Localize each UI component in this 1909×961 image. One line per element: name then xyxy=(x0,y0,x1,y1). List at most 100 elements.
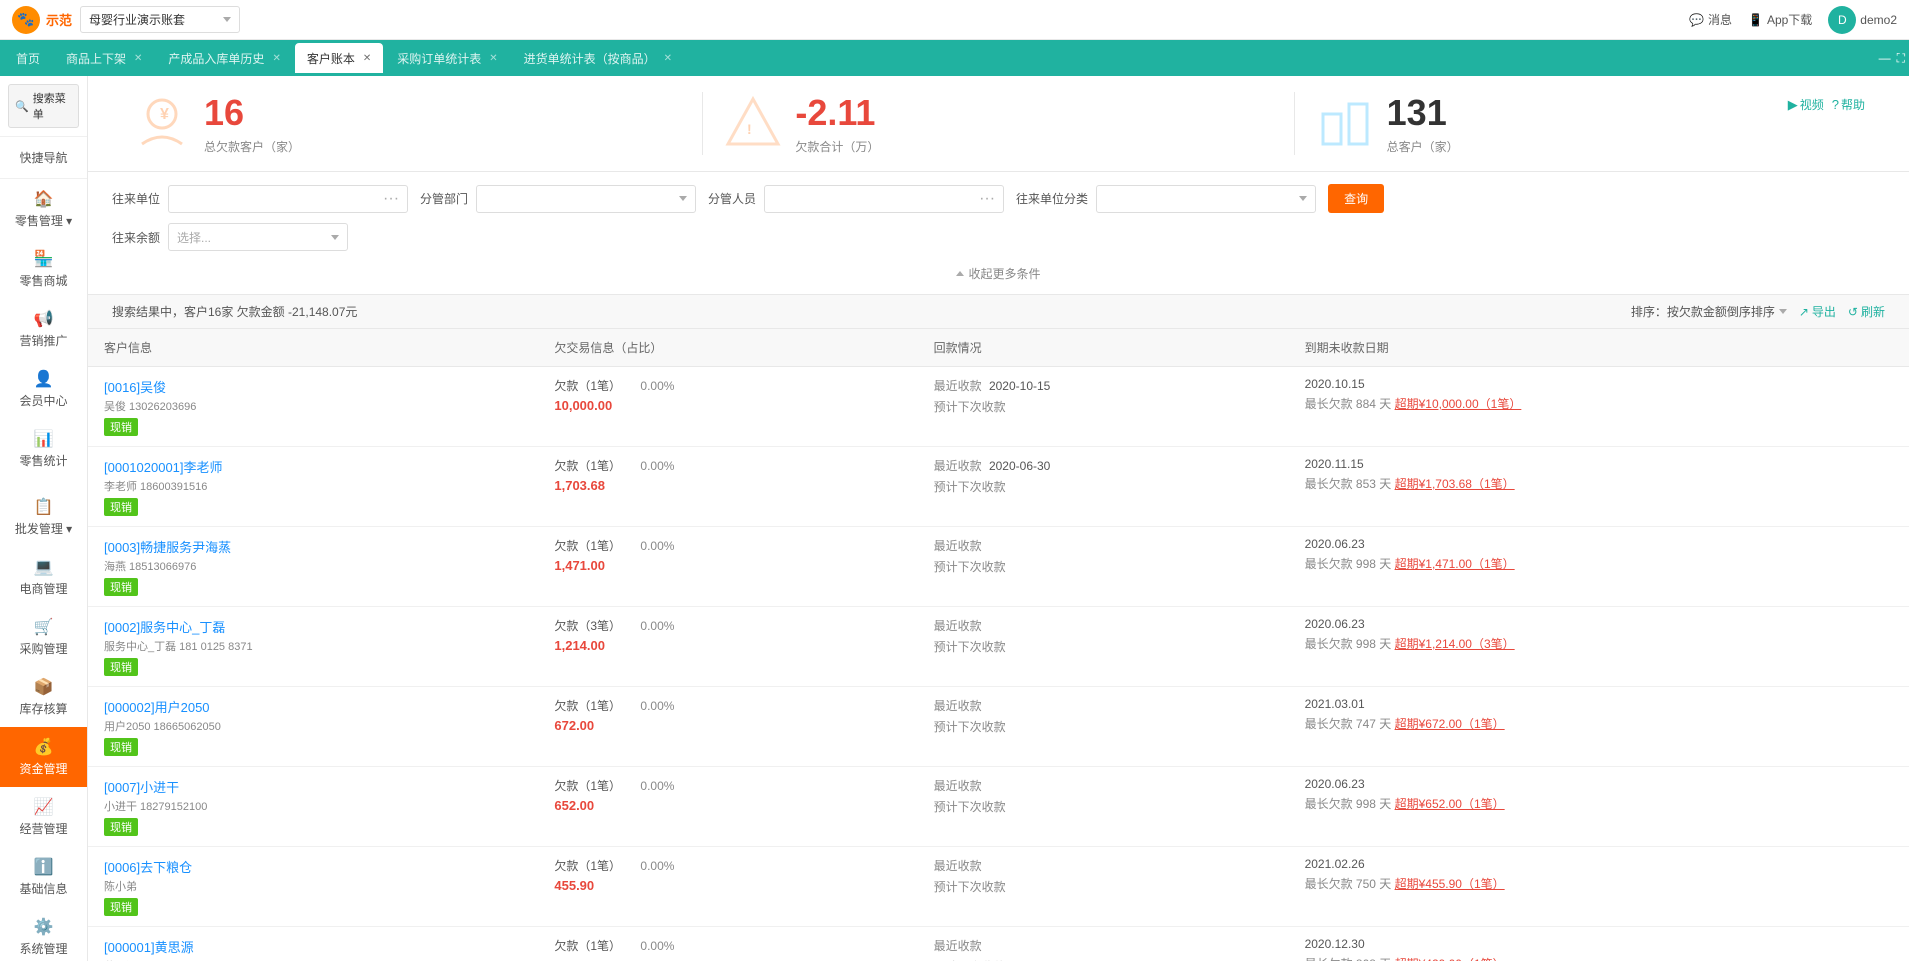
tab-minimize-icon[interactable]: — xyxy=(1879,51,1891,66)
tab-product-history[interactable]: 产成品入库单历史 ✕ xyxy=(156,43,292,73)
owed-percent-4: 0.00% xyxy=(640,699,674,713)
overdue-amount-link-2[interactable]: 超期¥1,471.00（1笔） xyxy=(1395,557,1515,571)
inventory-icon: 📦 xyxy=(34,677,54,697)
customer-tag-5: 现销 xyxy=(104,818,138,836)
balance-select[interactable]: 选择... xyxy=(168,223,348,251)
sidebar-item-system-label: 系统管理 xyxy=(19,940,67,957)
sort-selector[interactable]: 排序：按欠款金额倒序排序 xyxy=(1631,303,1787,320)
refresh-icon: ↺ xyxy=(1848,305,1858,319)
overdue-amount-link-3[interactable]: 超期¥1,214.00（3笔） xyxy=(1395,637,1515,651)
next-collection-5: 预计下次收款 xyxy=(934,798,1273,815)
tab-purchase-stats[interactable]: 进货单统计表（按商品） ✕ xyxy=(512,43,684,73)
owed-amount-6: 455.90 xyxy=(554,878,901,893)
customer-name-link-3[interactable]: [0002]服务中心_丁磊 xyxy=(104,620,225,635)
sidebar-item-finance-label: 资金管理 xyxy=(19,760,67,777)
overdue-amount-link-5[interactable]: 超期¥652.00（1笔） xyxy=(1395,797,1505,811)
source-category-select[interactable] xyxy=(1096,185,1316,213)
tab-purchase-stats-close[interactable]: ✕ xyxy=(664,53,672,64)
sidebar-item-batch[interactable]: 📋 批发管理 ▾ xyxy=(0,487,87,547)
customer-name-link-6[interactable]: [0006]去下粮仓 xyxy=(104,860,192,875)
owed-percent-1: 0.00% xyxy=(640,459,674,473)
sidebar-search-button[interactable]: 🔍 搜索菜单 xyxy=(8,84,79,128)
marketing-icon: 📢 xyxy=(34,309,54,329)
overdue-amount-link-4[interactable]: 超期¥672.00（1笔） xyxy=(1395,717,1505,731)
cell-collection-1: 最近收款 2020-06-30 预计下次收款 xyxy=(918,447,1289,527)
sidebar-item-retail-management[interactable]: 🏠 零售管理 ▾ xyxy=(0,179,87,239)
tab-maximize-icon[interactable]: ⛶ xyxy=(1897,51,1905,66)
tab-product-offsale[interactable]: 商品上下架 ✕ xyxy=(54,43,154,73)
collapse-label: 收起更多条件 xyxy=(968,265,1040,282)
overdue-days-2: 最长欠款 998 天 超期¥1,471.00（1笔） xyxy=(1305,555,1893,572)
message-button[interactable]: 💬 消息 xyxy=(1689,11,1732,28)
sidebar-item-member[interactable]: 👤 会员中心 xyxy=(0,359,87,419)
overdue-amount-link-0[interactable]: 超期¥10,000.00（1笔） xyxy=(1395,397,1522,411)
tab-product-history-close[interactable]: ✕ xyxy=(272,53,280,64)
collapse-button[interactable]: 收起更多条件 xyxy=(112,261,1885,286)
help-action[interactable]: ? 帮助 xyxy=(1832,96,1865,113)
customer-name-link-2[interactable]: [0003]畅捷服务尹海蒸 xyxy=(104,540,231,555)
next-collection-1: 预计下次收款 xyxy=(934,478,1273,495)
top-bar: 🐾 示范 母婴行业演示账套 💬 消息 📱 App下载 D demo2 xyxy=(0,0,1909,40)
overdue-amount-link-6[interactable]: 超期¥455.90（1笔） xyxy=(1395,877,1505,891)
table-row: [0016]吴俊 吴俊 13026203696 现销 欠款（1笔） 0.00% … xyxy=(88,367,1909,447)
tab-product-offsale-close[interactable]: ✕ xyxy=(134,53,142,64)
user-avatar-button[interactable]: D demo2 xyxy=(1828,6,1897,34)
overdue-amount-link-1[interactable]: 超期¥1,703.68（1笔） xyxy=(1395,477,1515,491)
customer-name-link-1[interactable]: [0001020001]李老师 xyxy=(104,460,223,475)
sidebar-item-marketing[interactable]: 📢 营销推广 xyxy=(0,299,87,359)
department-select[interactable] xyxy=(476,185,696,213)
app-download-button[interactable]: 📱 App下载 xyxy=(1748,11,1812,28)
stat-number-owed-amount: -2.11 xyxy=(795,92,1273,134)
customer-name-link-0[interactable]: [0016]吴俊 xyxy=(104,380,166,395)
due-date-4: 2021.03.01 xyxy=(1305,697,1893,711)
customer-name-link-7[interactable]: [000001]黄思源 xyxy=(104,940,194,955)
customer-phone-3: 服务中心_丁磊 181 0125 8371 xyxy=(104,638,522,654)
query-button[interactable]: 查询 xyxy=(1328,184,1384,213)
filter-source-category-label: 往来单位分类 xyxy=(1016,190,1088,207)
source-unit-input[interactable]: ··· xyxy=(168,185,408,213)
tab-customer-account-close[interactable]: ✕ xyxy=(363,53,371,64)
tab-purchase-order-close[interactable]: ✕ xyxy=(489,53,497,64)
filter-item-person: 分管人员 ··· xyxy=(708,185,1004,213)
sidebar-item-purchase[interactable]: 🛒 采购管理 xyxy=(0,607,87,667)
tab-purchase-order[interactable]: 采购订单统计表 ✕ xyxy=(385,43,509,73)
overdue-amount-link-7[interactable]: 超期¥429.00（1笔） xyxy=(1395,957,1505,961)
table-row: [0003]畅捷服务尹海蒸 海燕 18513066976 现销 欠款（1笔） 0… xyxy=(88,527,1909,607)
tab-home[interactable]: 首页 xyxy=(4,43,52,73)
owed-amount-3: 1,214.00 xyxy=(554,638,901,653)
retail-store-icon: 🏪 xyxy=(34,249,54,269)
customer-phone-1: 李老师 18600391516 xyxy=(104,478,522,494)
filter-row-2: 往来余额 选择... xyxy=(112,223,1885,251)
video-action[interactable]: ▶ 视频 xyxy=(1788,96,1824,113)
sidebar-item-ecommerce[interactable]: 💻 电商管理 xyxy=(0,547,87,607)
table-header-row: 客户信息 欠交易信息（占比） 回款情况 到期未收款日期 xyxy=(88,329,1909,367)
person-input[interactable]: ··· xyxy=(764,185,1004,213)
overdue-days-6: 最长欠款 750 天 超期¥455.90（1笔） xyxy=(1305,875,1893,892)
sidebar-item-inventory[interactable]: 📦 库存核算 xyxy=(0,667,87,727)
last-collection-label-7: 最近收款 xyxy=(934,939,982,953)
cell-due-2: 2020.06.23 最长欠款 998 天 超期¥1,471.00（1笔） xyxy=(1289,527,1909,607)
sidebar-item-operation[interactable]: 📈 经营管理 xyxy=(0,787,87,847)
owed-label-3: 欠款（3笔） xyxy=(554,619,621,633)
purchase-icon: 🛒 xyxy=(34,617,54,637)
customer-tag-4: 现销 xyxy=(104,738,138,756)
tab-customer-account[interactable]: 客户账本 ✕ xyxy=(295,43,383,73)
customer-name-link-4[interactable]: [000002]用户2050 xyxy=(104,700,210,715)
sidebar-item-finance[interactable]: 💰 资金管理 xyxy=(0,727,87,787)
export-button[interactable]: ↗ 导出 xyxy=(1799,303,1836,320)
sidebar-item-system[interactable]: ⚙️ 系统管理 xyxy=(0,907,87,961)
dept-arrow xyxy=(679,196,687,201)
sidebar-item-retail-stats[interactable]: 📊 零售统计 xyxy=(0,419,87,479)
cell-collection-6: 最近收款 预计下次收款 xyxy=(918,847,1289,927)
owed-label-2: 欠款（1笔） xyxy=(554,539,621,553)
message-label: 消息 xyxy=(1708,11,1732,28)
sidebar-item-retail-store[interactable]: 🏪 零售商城 xyxy=(0,239,87,299)
cell-owed-4: 欠款（1笔） 0.00% 672.00 xyxy=(538,687,917,767)
refresh-button[interactable]: ↺ 刷新 xyxy=(1848,303,1885,320)
customer-name-link-5[interactable]: [0007]小进干 xyxy=(104,780,179,795)
sidebar-item-quick-nav[interactable]: 快捷导航 xyxy=(0,141,87,174)
cell-collection-0: 最近收款 2020-10-15 预计下次收款 xyxy=(918,367,1289,447)
store-selector[interactable]: 母婴行业演示账套 xyxy=(80,6,240,33)
next-collection-0: 预计下次收款 xyxy=(934,398,1273,415)
sidebar-item-basic-info[interactable]: ℹ️ 基础信息 xyxy=(0,847,87,907)
